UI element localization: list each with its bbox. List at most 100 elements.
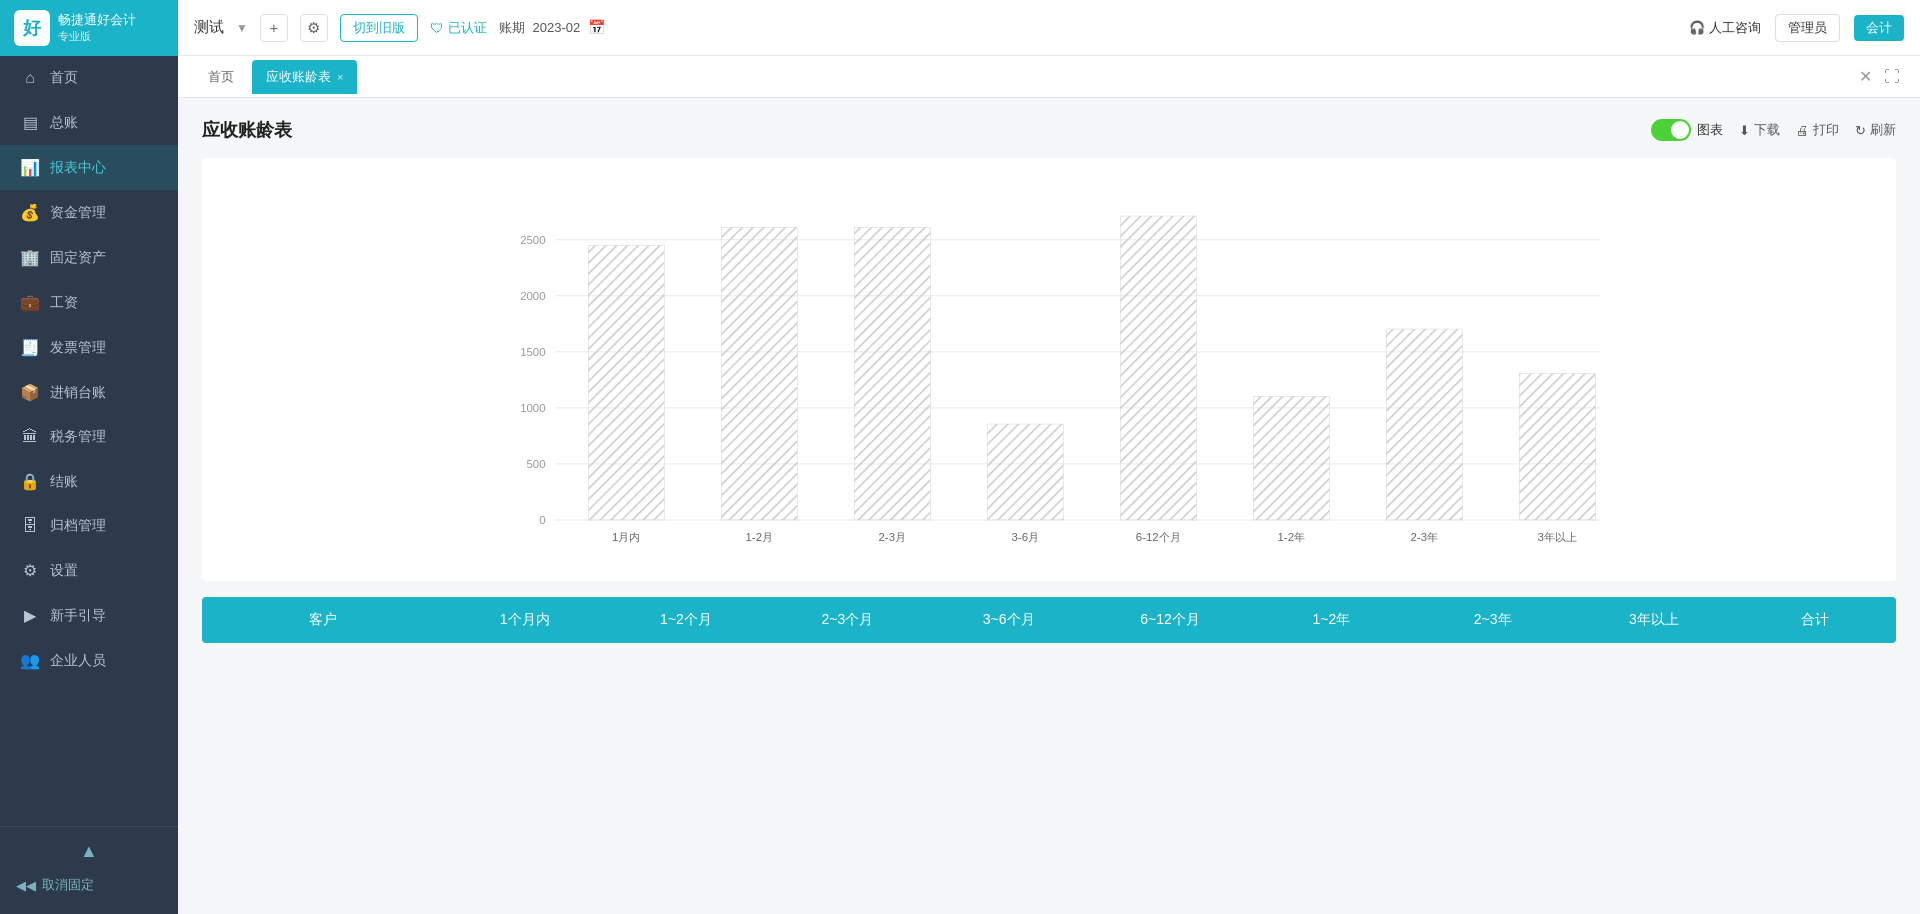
home-icon: ⌂ [20,69,40,87]
download-btn[interactable]: ⬇ 下载 [1739,121,1780,139]
svg-text:2500: 2500 [520,234,545,246]
sidebar-item-fund[interactable]: 💰 资金管理 [0,190,178,235]
report-icon: 📊 [20,158,40,177]
th-1month: 1个月内 [444,597,605,643]
sidebar-logo: 好 畅捷通好会计 专业版 [0,0,178,56]
aging-table: 客户 1个月内 1~2个月 2~3个月 3~6个月 6~12个月 1~2年 2~… [202,597,1896,643]
app-name: 畅捷通好会计 [58,12,136,29]
svg-text:3年以上: 3年以上 [1538,531,1577,543]
content-area: 应收账龄表 图表 ⬇ 下载 🖨 打印 ↻ 刷新 [178,98,1920,914]
shield-icon: 🛡 [430,20,444,36]
period: 账期 2023-02 📅 [499,19,605,37]
th-1-2month: 1~2个月 [605,597,766,643]
sidebar-item-payroll[interactable]: 💼 工资 [0,280,178,325]
svg-text:1-2月: 1-2月 [746,531,773,543]
logo-text: 畅捷通好会计 专业版 [58,12,136,43]
dropdown-arrow-icon[interactable]: ▼ [236,21,248,35]
period-label: 账期 [499,20,525,35]
role-btn[interactable]: 会计 [1854,15,1904,41]
sidebar-item-archive[interactable]: 🗄 归档管理 [0,504,178,548]
th-total: 合计 [1735,597,1896,643]
sidebar-item-invoice[interactable]: 🧾 发票管理 [0,325,178,370]
sidebar-item-home[interactable]: ⌂ 首页 [0,56,178,100]
svg-text:1000: 1000 [520,402,545,414]
th-3year-plus: 3年以上 [1573,597,1734,643]
sidebar-label-settings: 设置 [50,562,78,580]
bar-6-12个月 [1120,216,1196,520]
sidebar-item-inventory[interactable]: 📦 进销台账 [0,370,178,415]
scroll-up-btn[interactable]: ▲ [0,837,178,866]
refresh-btn[interactable]: ↻ 刷新 [1855,121,1896,139]
page-title: 应收账龄表 [202,118,292,142]
close-panel-btn[interactable]: ✕ [1855,63,1876,90]
topbar: 测试 ▼ + ⚙ 切到旧版 🛡 已认证 账期 2023-02 📅 🎧 人工咨询 … [178,0,1920,56]
sidebar-label-invoice: 发票管理 [50,339,106,357]
sidebar-item-asset[interactable]: 🏢 固定资产 [0,235,178,280]
staff-icon: 👥 [20,651,40,670]
th-6-12month: 6~12个月 [1089,597,1250,643]
certified-badge: 🛡 已认证 [430,19,487,37]
settings-btn[interactable]: ⚙ [300,14,328,42]
svg-text:0: 0 [539,514,545,526]
asset-icon: 🏢 [20,248,40,267]
switch-old-btn[interactable]: 切到旧版 [340,14,418,42]
svg-text:6-12个月: 6-12个月 [1136,531,1181,543]
sidebar-item-close[interactable]: 🔒 结账 [0,459,178,504]
sidebar-item-staff[interactable]: 👥 企业人员 [0,638,178,683]
bar-2-3年 [1386,329,1462,520]
sidebar-label-asset: 固定资产 [50,249,106,267]
period-value: 2023-02 [533,20,581,35]
print-btn[interactable]: 🖨 打印 [1796,121,1839,139]
app-edition: 专业版 [58,29,136,43]
consult-label: 人工咨询 [1709,19,1761,37]
payroll-icon: 💼 [20,293,40,312]
consult-btn[interactable]: 🎧 人工咨询 [1689,19,1761,37]
expand-panel-btn[interactable]: ⛶ [1880,64,1904,90]
invoice-icon: 🧾 [20,338,40,357]
add-company-btn[interactable]: + [260,14,288,42]
main-area: 测试 ▼ + ⚙ 切到旧版 🛡 已认证 账期 2023-02 📅 🎧 人工咨询 … [178,0,1920,914]
sidebar-label-staff: 企业人员 [50,652,106,670]
sidebar-item-tax[interactable]: 🏛 税务管理 [0,415,178,459]
table-header: 客户 1个月内 1~2个月 2~3个月 3~6个月 6~12个月 1~2年 2~… [202,597,1896,643]
svg-text:1月内: 1月内 [612,531,640,543]
bar-2-3月 [854,227,930,520]
company-name: 测试 [194,18,224,37]
chart-toggle[interactable] [1651,119,1691,141]
th-2-3month: 2~3个月 [767,597,928,643]
tab-home[interactable]: 首页 [194,60,248,94]
tab-aging[interactable]: 应收账龄表 × [252,60,357,94]
calendar-icon[interactable]: 📅 [588,19,605,35]
sidebar-item-report[interactable]: 📊 报表中心 [0,145,178,190]
download-label: 下载 [1754,121,1780,139]
sidebar-item-settings[interactable]: ⚙ 设置 [0,548,178,593]
bar-3年以上 [1519,374,1595,520]
cancel-fixed-btn[interactable]: ◀◀ 取消固定 [0,866,178,904]
guide-icon: ▶ [20,606,40,625]
sidebar-item-guide[interactable]: ▶ 新手引导 [0,593,178,638]
tab-close-icon[interactable]: × [337,71,343,83]
print-label: 打印 [1813,121,1839,139]
sidebar-label-tax: 税务管理 [50,428,106,446]
sidebar-bottom: ▲ ◀◀ 取消固定 [0,826,178,914]
bar-chart: 0 500 1000 1500 2000 2500 1月内 [222,178,1876,561]
sidebar-label-inventory: 进销台账 [50,384,106,402]
chart-toggle-label: 图表 [1697,121,1723,139]
print-icon: 🖨 [1796,123,1809,138]
download-icon: ⬇ [1739,123,1750,138]
close-accounts-icon: 🔒 [20,472,40,491]
topbar-right: 🎧 人工咨询 管理员 会计 [1689,14,1904,42]
user-btn[interactable]: 管理员 [1775,14,1840,42]
cancel-fixed-label: 取消固定 [42,876,94,894]
sidebar: 好 畅捷通好会计 专业版 ⌂ 首页 ▤ 总账 📊 报表中心 💰 资金管理 🏢 固… [0,0,178,914]
svg-text:1500: 1500 [520,346,545,358]
certified-text: 已认证 [448,19,487,37]
page-actions: 图表 ⬇ 下载 🖨 打印 ↻ 刷新 [1651,119,1896,141]
sidebar-item-ledger[interactable]: ▤ 总账 [0,100,178,145]
sidebar-label-close: 结账 [50,473,78,491]
refresh-label: 刷新 [1870,121,1896,139]
logo-icon: 好 [14,10,50,46]
page-header: 应收账龄表 图表 ⬇ 下载 🖨 打印 ↻ 刷新 [202,118,1896,142]
svg-text:1-2年: 1-2年 [1278,531,1305,543]
tab-aging-label: 应收账龄表 [266,68,331,86]
